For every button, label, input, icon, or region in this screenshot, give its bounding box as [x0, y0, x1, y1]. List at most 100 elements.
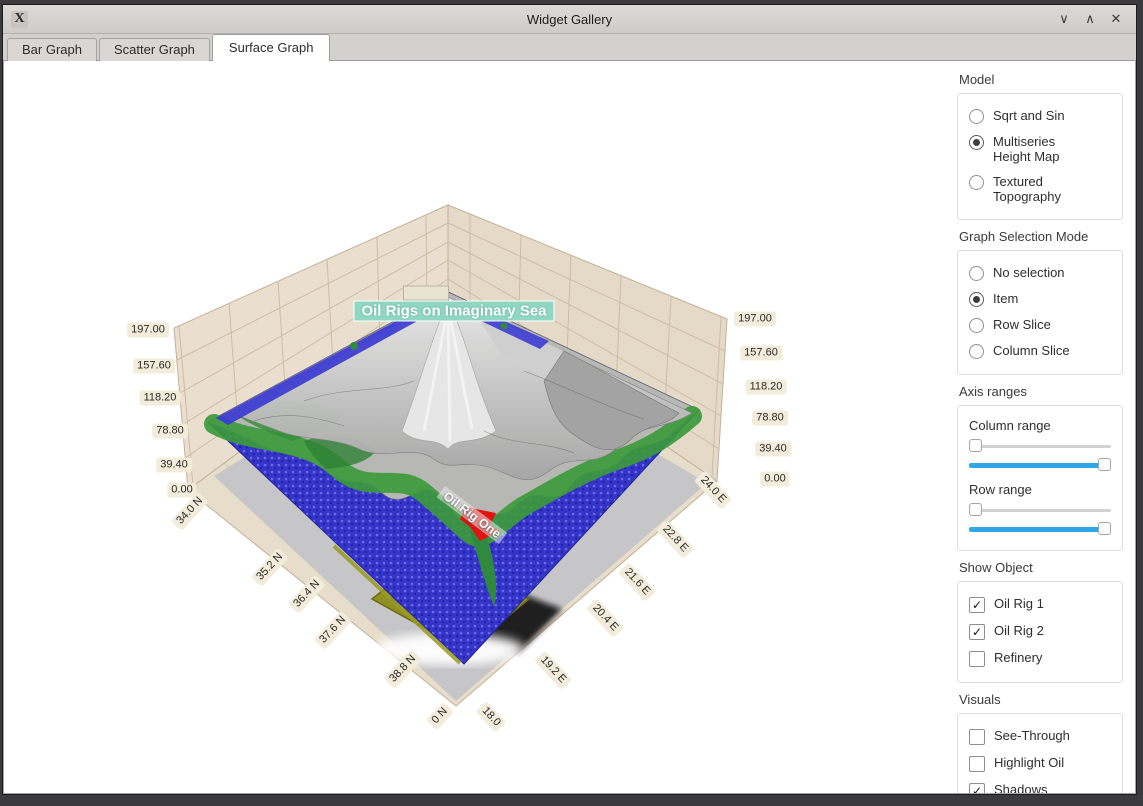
- occluded-rig-label: [403, 286, 449, 301]
- window-title: Widget Gallery: [3, 12, 1136, 27]
- window-controls: ∨ ∧ ✕: [1054, 9, 1136, 29]
- selection-mode-section-label: Graph Selection Mode: [959, 229, 1123, 244]
- green-dot: [350, 342, 358, 350]
- checkbox-oil-rig-1[interactable]: ✓ Oil Rig 1: [969, 597, 1111, 613]
- y-axis-tick-left: 39.40: [156, 458, 192, 473]
- controls-sidebar: Model Sqrt and Sin Multiseries Height Ma…: [953, 61, 1135, 793]
- y-axis-tick-left: 118.20: [140, 391, 181, 406]
- radio-no-selection[interactable]: No selection: [969, 266, 1111, 281]
- surface-plot-stage[interactable]: Oil Rigs on Imaginary Sea Oil Rig One 19…: [4, 61, 953, 793]
- show-object-section-label: Show Object: [959, 560, 1123, 575]
- y-axis-tick-right: 118.20: [746, 380, 787, 395]
- row-range-max-slider[interactable]: [969, 522, 1111, 536]
- checkbox-label: See-Through: [994, 729, 1070, 744]
- radio-row-slice[interactable]: Row Slice: [969, 318, 1111, 333]
- tab-surface-graph[interactable]: Surface Graph: [212, 34, 331, 61]
- y-axis-tick-right: 39.40: [755, 442, 791, 457]
- checkbox-checked-icon[interactable]: ✓: [969, 783, 985, 794]
- checkbox-refinery[interactable]: Refinery: [969, 651, 1111, 667]
- surface-plot[interactable]: [4, 61, 953, 793]
- y-axis-tick-left: 157.60: [133, 359, 175, 374]
- maximize-icon[interactable]: ∧: [1080, 9, 1100, 29]
- slider-handle[interactable]: [969, 503, 982, 516]
- column-range-max-slider[interactable]: [969, 458, 1111, 472]
- slider-groove-filled[interactable]: [969, 527, 1111, 532]
- tab-bar: Bar Graph Scatter Graph Surface Graph: [3, 34, 1136, 61]
- y-axis-tick-right: 0.00: [760, 472, 789, 487]
- slider-groove[interactable]: [969, 445, 1111, 448]
- plot-title: Oil Rigs on Imaginary Sea: [353, 301, 554, 322]
- minimize-icon[interactable]: ∨: [1054, 9, 1074, 29]
- radio-label: Item: [993, 292, 1018, 307]
- check-icon: ✓: [972, 625, 982, 639]
- axis-ranges-section-label: Axis ranges: [959, 384, 1123, 399]
- checkbox-checked-icon[interactable]: ✓: [969, 624, 985, 640]
- slider-groove[interactable]: [969, 509, 1111, 512]
- column-range-label: Column range: [969, 418, 1111, 433]
- radio-icon[interactable]: [969, 175, 984, 190]
- tab-scatter-graph[interactable]: Scatter Graph: [99, 38, 210, 61]
- checkbox-unchecked-icon[interactable]: [969, 756, 985, 772]
- visuals-group: See-Through Highlight Oil ✓ Shadows: [957, 713, 1123, 794]
- checkbox-highlight-oil[interactable]: Highlight Oil: [969, 756, 1111, 772]
- y-axis-tick-left: 78.80: [152, 424, 188, 439]
- y-axis-tick-left: 0.00: [167, 483, 196, 498]
- checkbox-checked-icon[interactable]: ✓: [969, 597, 985, 613]
- radio-column-slice[interactable]: Column Slice: [969, 344, 1111, 359]
- radio-sqrt-and-sin[interactable]: Sqrt and Sin: [969, 109, 1111, 124]
- checkbox-unchecked-icon[interactable]: [969, 729, 985, 745]
- radio-selected-icon[interactable]: [969, 292, 984, 307]
- y-axis-tick-left: 197.00: [127, 323, 169, 338]
- tab-bar-graph[interactable]: Bar Graph: [7, 38, 97, 61]
- radio-selected-icon[interactable]: [969, 135, 984, 150]
- radio-textured-topography[interactable]: Textured Topography: [969, 175, 1111, 204]
- radio-label: Column Slice: [993, 344, 1070, 359]
- close-icon[interactable]: ✕: [1106, 9, 1126, 29]
- radio-label: Row Slice: [993, 318, 1051, 333]
- checkbox-label: Oil Rig 1: [994, 597, 1044, 612]
- titlebar: X Widget Gallery ∨ ∧ ✕: [3, 5, 1136, 34]
- checkbox-label: Oil Rig 2: [994, 624, 1044, 639]
- slider-handle[interactable]: [1098, 522, 1111, 535]
- y-axis-tick-right: 157.60: [740, 346, 782, 361]
- column-range-block: Column range: [969, 418, 1111, 472]
- radio-label: Multiseries Height Map: [993, 135, 1093, 164]
- checkbox-see-through[interactable]: See-Through: [969, 729, 1111, 745]
- checkbox-label: Refinery: [994, 651, 1042, 666]
- checkbox-shadows[interactable]: ✓ Shadows: [969, 783, 1111, 794]
- checkbox-unchecked-icon[interactable]: [969, 651, 985, 667]
- check-icon: ✓: [972, 784, 982, 794]
- model-section-label: Model: [959, 72, 1123, 87]
- green-dot: [501, 323, 508, 330]
- slider-groove-filled[interactable]: [969, 463, 1111, 468]
- row-range-label: Row range: [969, 482, 1111, 497]
- radio-icon[interactable]: [969, 109, 984, 124]
- selection-mode-group: No selection Item Row Slice Column Slice: [957, 250, 1123, 375]
- radio-label: Textured Topography: [993, 175, 1093, 204]
- row-range-block: Row range: [969, 482, 1111, 536]
- radio-icon[interactable]: [969, 266, 984, 281]
- checkbox-label: Highlight Oil: [994, 756, 1064, 771]
- axis-ranges-group: Column range Row range: [957, 405, 1123, 551]
- y-axis-tick-right: 78.80: [752, 411, 788, 426]
- radio-item[interactable]: Item: [969, 292, 1111, 307]
- checkbox-label: Shadows: [994, 783, 1047, 794]
- radio-icon[interactable]: [969, 344, 984, 359]
- checkbox-oil-rig-2[interactable]: ✓ Oil Rig 2: [969, 624, 1111, 640]
- visuals-section-label: Visuals: [959, 692, 1123, 707]
- desktop: X Widget Gallery ∨ ∧ ✕ Bar Graph Scatter…: [0, 0, 1143, 806]
- y-axis-tick-right: 197.00: [734, 312, 776, 327]
- column-range-min-slider[interactable]: [969, 439, 1111, 453]
- slider-handle[interactable]: [969, 439, 982, 452]
- model-group: Sqrt and Sin Multiseries Height Map Text…: [957, 93, 1123, 220]
- check-icon: ✓: [972, 598, 982, 612]
- radio-icon[interactable]: [969, 318, 984, 333]
- surface-graph-pane: Oil Rigs on Imaginary Sea Oil Rig One 19…: [3, 61, 1136, 794]
- row-range-min-slider[interactable]: [969, 503, 1111, 517]
- radio-multiseries-height-map[interactable]: Multiseries Height Map: [969, 135, 1111, 164]
- radio-label: Sqrt and Sin: [993, 109, 1065, 124]
- show-object-group: ✓ Oil Rig 1 ✓ Oil Rig 2 Refinery: [957, 581, 1123, 683]
- radio-label: No selection: [993, 266, 1065, 281]
- slider-handle[interactable]: [1098, 458, 1111, 471]
- widget-gallery-window: X Widget Gallery ∨ ∧ ✕ Bar Graph Scatter…: [3, 5, 1136, 794]
